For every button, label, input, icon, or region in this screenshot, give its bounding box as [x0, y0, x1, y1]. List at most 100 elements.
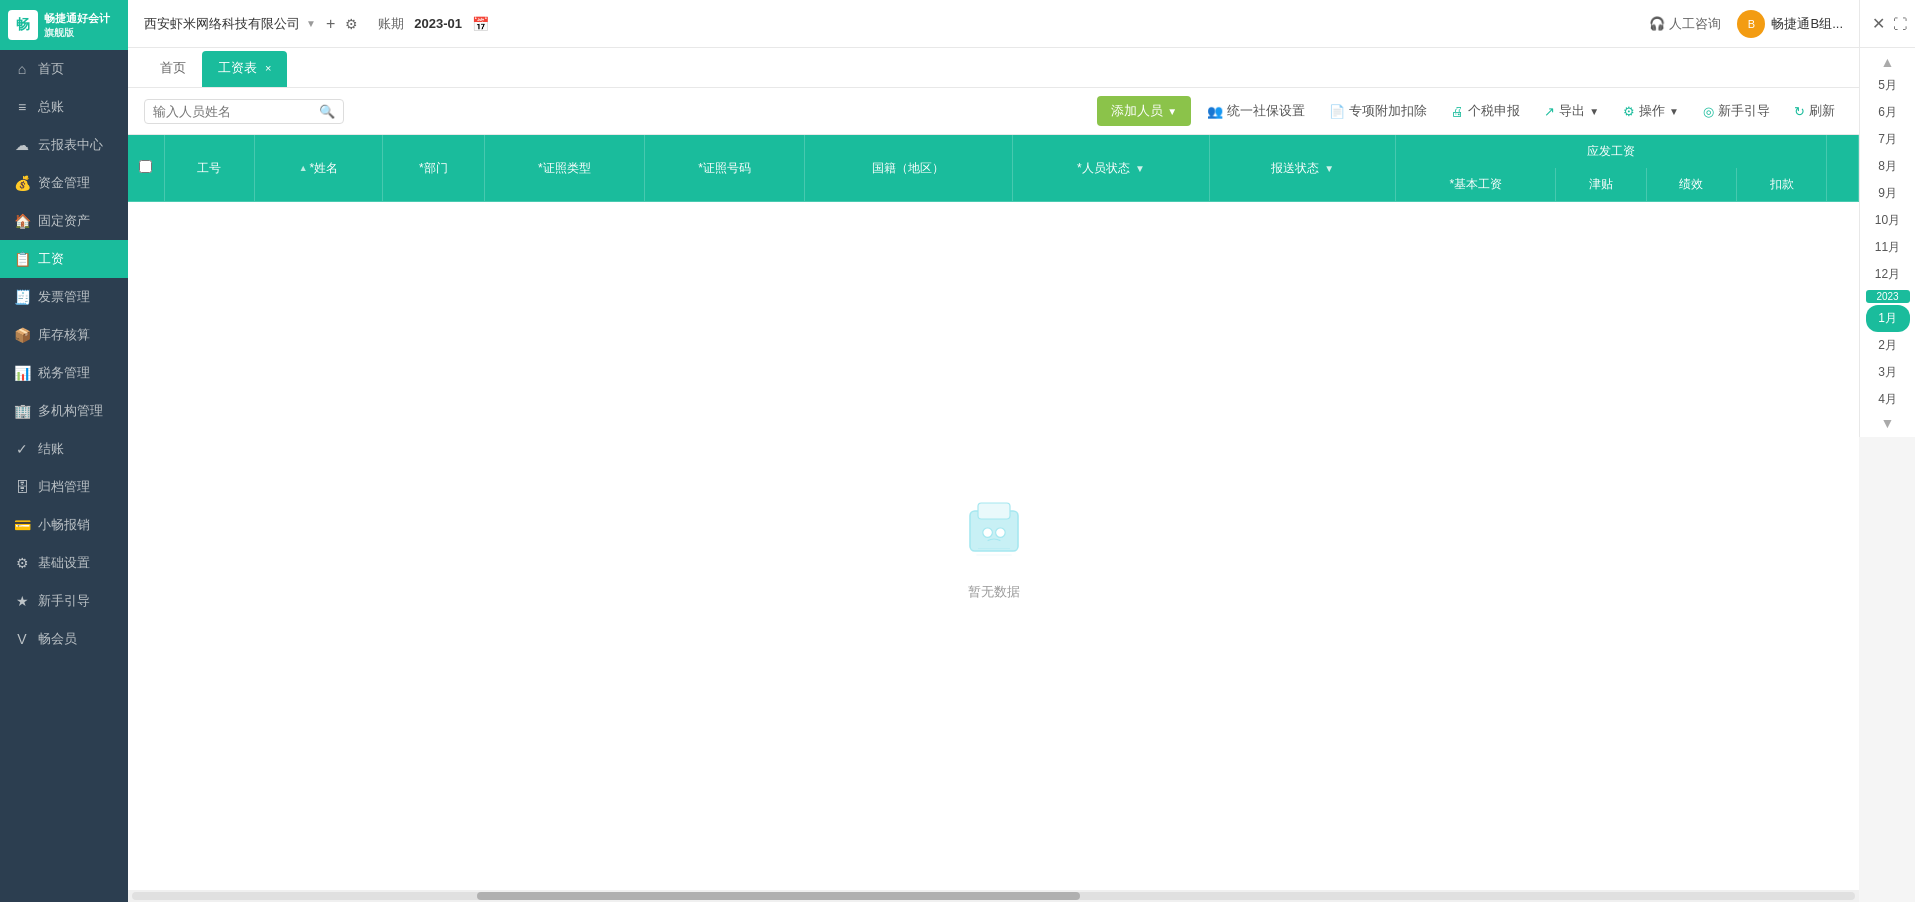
company-settings-icon[interactable]: ⚙ [345, 16, 358, 32]
month-item-2022-07[interactable]: 7月 [1866, 126, 1910, 153]
month-item-2023-01[interactable]: 1月 [1866, 305, 1910, 332]
sidebar-item-payroll[interactable]: 📋工资 [0, 240, 128, 278]
payroll-icon: 📋 [14, 251, 30, 267]
horizontal-scrollbar[interactable] [128, 890, 1859, 902]
top-header: 西安虾米网络科技有限公司 ▼ + ⚙ 账期 2023-01 📅 🎧 人工咨询 B… [128, 0, 1859, 48]
month-item-2023-04[interactable]: 4月 [1866, 386, 1910, 413]
operations-icon: ⚙ [1623, 104, 1635, 119]
guide-icon: ◎ [1703, 104, 1714, 119]
toolbar: 🔍 添加人员 ▼ 👥 统一社保设置 📄 专项附加扣除 🖨 个税申报 [128, 88, 1859, 135]
guide-action[interactable]: ◎ 新手引导 [1695, 98, 1778, 124]
sidebar-item-cloud-report[interactable]: ☁云报表中心 [0, 126, 128, 164]
operations-action[interactable]: ⚙ 操作 ▼ [1615, 98, 1687, 124]
search-input[interactable] [153, 104, 313, 119]
table-header-row1: 工号 ▲ *姓名 *部门 *证照类型 [128, 135, 1859, 168]
export-arrow-icon: ▼ [1589, 106, 1599, 117]
tab-bar: 首页 工资表 × [128, 48, 1859, 88]
logo-icon: 畅 [8, 10, 38, 40]
sidebar-item-label-expense: 小畅报销 [38, 516, 90, 534]
refresh-icon: ↻ [1794, 104, 1805, 119]
sidebar-item-expense[interactable]: 💳小畅报销 [0, 506, 128, 544]
sidebar-item-fixed-assets[interactable]: 🏠 固定资产 [0, 202, 128, 240]
sidebar-item-guide[interactable]: ★ 新手引导 [0, 582, 128, 620]
sidebar-item-multi-org[interactable]: 🏢多机构管理 [0, 392, 128, 430]
scrollbar-thumb[interactable] [477, 892, 1080, 900]
sidebar-item-home[interactable]: ⌂首页 [0, 50, 128, 88]
th-base-salary: *基本工资 [1396, 168, 1556, 201]
th-id-type: *证照类型 [484, 135, 644, 201]
content-area: 🔍 添加人员 ▼ 👥 统一社保设置 📄 专项附加扣除 🖨 个税申报 [128, 88, 1859, 902]
search-wrapper[interactable]: 🔍 [144, 99, 344, 124]
sidebar-item-settings[interactable]: ⚙基础设置 [0, 544, 128, 582]
month-item-2022-06[interactable]: 6月 [1866, 99, 1910, 126]
logo-text: 畅捷通好会计 旗舰版 [44, 11, 110, 38]
header-right: 🎧 人工咨询 B 畅捷通B组... [1649, 10, 1843, 38]
add-company-icon[interactable]: + [326, 15, 335, 33]
payroll-table: 工号 ▲ *姓名 *部门 *证照类型 [128, 135, 1859, 201]
sidebar: 畅 畅捷通好会计 旗舰版 ⌂首页≡总账☁云报表中心💰资金管理 🏠 固定资产 📋工资🧾发… [0, 0, 128, 902]
tab-payroll-table[interactable]: 工资表 × [202, 51, 287, 87]
month-item-2022-08[interactable]: 8月 [1866, 153, 1910, 180]
tab-home[interactable]: 首页 [144, 51, 202, 87]
sidebar-item-label-cloud-report: 云报表中心 [38, 136, 103, 154]
special-deduction-action[interactable]: 📄 专项附加扣除 [1321, 98, 1435, 124]
year-badge: 2023 [1866, 290, 1910, 303]
sidebar-item-label-archive: 归档管理 [38, 478, 90, 496]
user-area[interactable]: B 畅捷通B组... [1737, 10, 1843, 38]
support-button[interactable]: 🎧 人工咨询 [1649, 15, 1721, 33]
user-avatar: B [1737, 10, 1765, 38]
add-person-chevron-icon: ▼ [1167, 106, 1177, 117]
th-name[interactable]: ▲ *姓名 [254, 135, 382, 201]
social-security-action[interactable]: 👥 统一社保设置 [1199, 98, 1313, 124]
tab-close-icon[interactable]: × [265, 62, 271, 74]
sidebar-item-archive[interactable]: 🗄归档管理 [0, 468, 128, 506]
company-selector[interactable]: 西安虾米网络科技有限公司 ▼ [144, 15, 316, 33]
sidebar-item-ledger[interactable]: ≡总账 [0, 88, 128, 126]
panel-expand-icon[interactable]: ⛶ [1893, 16, 1907, 32]
month-item-2022-11[interactable]: 11月 [1866, 234, 1910, 261]
toolbar-actions: 添加人员 ▼ 👥 统一社保设置 📄 专项附加扣除 🖨 个税申报 ↗ 导 [1097, 96, 1843, 126]
month-item-2023-03[interactable]: 3月 [1866, 359, 1910, 386]
month-nav-up-icon[interactable]: ▲ [1879, 52, 1897, 72]
sidebar-item-invoice[interactable]: 🧾发票管理 [0, 278, 128, 316]
th-payable-wages: 应发工资 [1396, 135, 1827, 168]
month-nav-down-icon[interactable]: ▼ [1879, 413, 1897, 433]
sidebar-item-inventory[interactable]: 📦库存核算 [0, 316, 128, 354]
headset-icon: 🎧 [1649, 16, 1665, 31]
month-item-2023-02[interactable]: 2月 [1866, 332, 1910, 359]
month-item-2022-10[interactable]: 10月 [1866, 207, 1910, 234]
select-all-checkbox[interactable] [139, 160, 152, 173]
sidebar-item-fund[interactable]: 💰资金管理 [0, 164, 128, 202]
guide-icon: ★ [14, 593, 30, 609]
tab-payroll-label: 工资表 [218, 59, 257, 77]
th-person-status[interactable]: *人员状态 ▼ [1012, 135, 1209, 201]
export-action[interactable]: ↗ 导出 ▼ [1536, 98, 1607, 124]
sidebar-item-label-home: 首页 [38, 60, 64, 78]
sidebar-item-label-inventory: 库存核算 [38, 326, 90, 344]
th-report-status[interactable]: 报送状态 ▼ [1210, 135, 1396, 201]
add-person-button[interactable]: 添加人员 ▼ [1097, 96, 1191, 126]
month-item-2022-09[interactable]: 9月 [1866, 180, 1910, 207]
report-status-filter-icon: ▼ [1324, 163, 1334, 174]
sidebar-item-settlement[interactable]: ✓结账 [0, 430, 128, 468]
sidebar-item-label-guide: 新手引导 [38, 592, 90, 610]
tax-report-action[interactable]: 🖨 个税申报 [1443, 98, 1528, 124]
person-status-filter-icon: ▼ [1135, 163, 1145, 174]
sidebar-item-tax[interactable]: 📊税务管理 [0, 354, 128, 392]
svg-rect-1 [978, 503, 1010, 519]
refresh-action[interactable]: ↻ 刷新 [1786, 98, 1843, 124]
fixed-assets-icon: 🏠 [14, 213, 30, 229]
month-panel: ▲ 5月 6月 7月 8月 9月 10月 11月 12月 2023 1月 [1859, 48, 1915, 437]
panel-close-icon[interactable]: ✕ [1872, 14, 1885, 33]
month-item-2022-12[interactable]: 12月 [1866, 261, 1910, 288]
ledger-icon: ≡ [14, 99, 30, 115]
th-checkbox[interactable] [128, 135, 164, 201]
calendar-icon[interactable]: 📅 [472, 16, 489, 32]
sidebar-item-member[interactable]: V畅会员 [0, 620, 128, 658]
sidebar-item-label-fixed-assets: 固定资产 [38, 212, 90, 230]
month-item-2022-05[interactable]: 5月 [1866, 72, 1910, 99]
member-icon: V [14, 631, 30, 647]
special-deduction-icon: 📄 [1329, 104, 1345, 119]
th-nationality: 国籍（地区） [805, 135, 1012, 201]
th-deductions: 扣款 [1736, 168, 1826, 201]
